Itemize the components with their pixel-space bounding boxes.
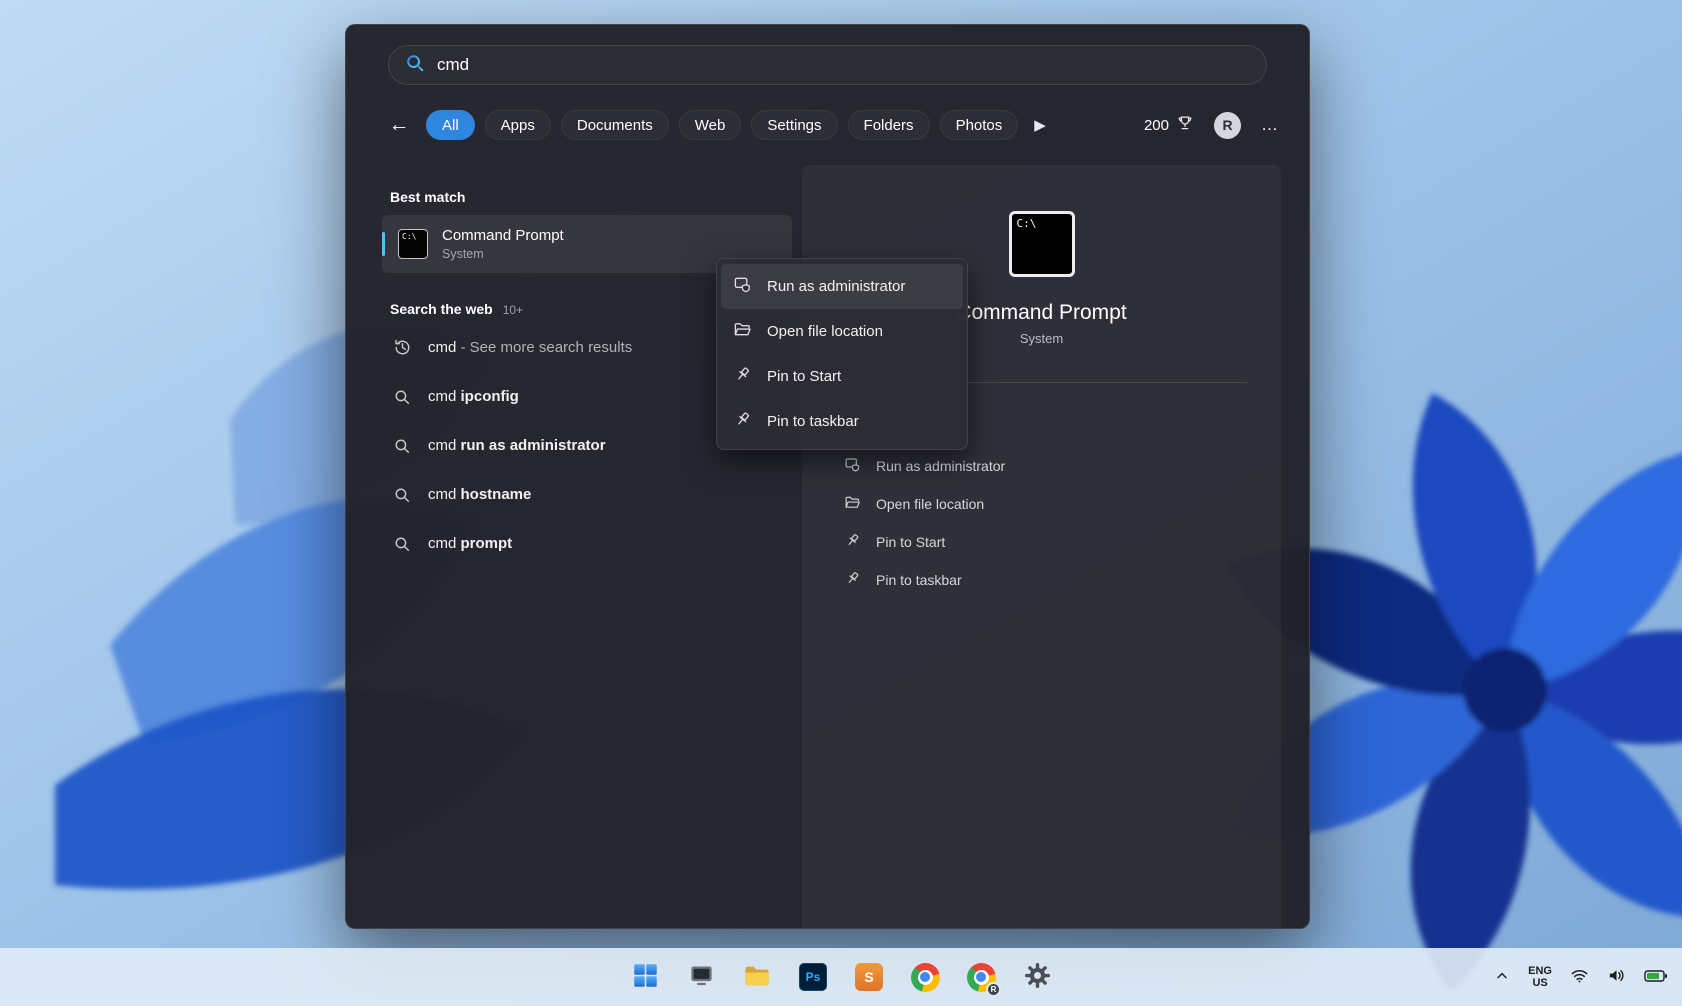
tab-settings[interactable]: Settings bbox=[751, 110, 838, 140]
taskbar-icons: Ps S R bbox=[623, 948, 1059, 1006]
suggestion-text: cmd prompt bbox=[428, 535, 513, 552]
search-input[interactable] bbox=[437, 55, 1250, 75]
suggestion-text: cmd run as administrator bbox=[428, 437, 606, 454]
search-box[interactable] bbox=[388, 45, 1267, 85]
search-icon bbox=[405, 53, 425, 78]
account-avatar[interactable]: R bbox=[1214, 111, 1241, 139]
taskbar: Ps S R ENG US bbox=[0, 948, 1682, 1006]
search-icon bbox=[392, 388, 412, 406]
best-match-heading: Best match bbox=[390, 189, 466, 205]
photoshop-icon: Ps bbox=[799, 963, 827, 991]
preview-action-run-as-admin[interactable]: Run as administrator bbox=[836, 447, 1247, 485]
tab-folders[interactable]: Folders bbox=[847, 110, 930, 140]
start-button[interactable] bbox=[623, 955, 667, 999]
battery-icon bbox=[1644, 969, 1668, 986]
filter-tabs-row: ← All Apps Documents Web Settings Folder… bbox=[382, 107, 1279, 143]
rewards-trophy-icon bbox=[1176, 114, 1194, 136]
preview-action-pin-to-taskbar[interactable]: Pin to taskbar bbox=[836, 561, 1247, 599]
chrome-icon bbox=[910, 962, 940, 992]
orange-app-button[interactable]: S bbox=[847, 955, 891, 999]
web-suggestion[interactable]: cmd prompt bbox=[382, 519, 792, 568]
chrome-profile-button[interactable]: R bbox=[959, 955, 1003, 999]
system-tray: ENG US bbox=[1490, 948, 1672, 1006]
file-explorer-button[interactable] bbox=[735, 955, 779, 999]
web-suggestion[interactable]: cmd hostname bbox=[382, 470, 792, 519]
best-match-title: Command Prompt bbox=[442, 227, 564, 244]
history-icon bbox=[392, 338, 412, 357]
admin-shield-icon bbox=[733, 275, 752, 298]
search-icon bbox=[392, 486, 412, 504]
battery-button[interactable] bbox=[1640, 957, 1672, 997]
network-button[interactable] bbox=[1566, 957, 1593, 997]
orange-app-icon: S bbox=[855, 963, 883, 991]
language-line2: US bbox=[1532, 977, 1548, 989]
chevron-up-icon bbox=[1494, 968, 1510, 987]
wifi-icon bbox=[1570, 966, 1589, 988]
preview-actions: Run as administrator Open file location bbox=[802, 447, 1281, 599]
pin-icon bbox=[733, 410, 752, 433]
menu-item-run-as-admin[interactable]: Run as administrator bbox=[721, 264, 963, 309]
suggestion-text: cmd hostname bbox=[428, 486, 532, 503]
preview-action-pin-to-start[interactable]: Pin to Start bbox=[836, 523, 1247, 561]
search-icon bbox=[392, 437, 412, 455]
menu-item-pin-to-taskbar[interactable]: Pin to taskbar bbox=[721, 399, 963, 444]
pin-icon bbox=[844, 532, 861, 552]
folder-icon bbox=[743, 962, 771, 993]
suggestion-text: cmd ipconfig bbox=[428, 388, 519, 405]
search-icon bbox=[392, 535, 412, 553]
rewards-points-value: 200 bbox=[1143, 116, 1169, 134]
tab-photos[interactable]: Photos bbox=[939, 110, 1019, 140]
menu-item-open-file-location[interactable]: Open file location bbox=[721, 309, 963, 354]
preview-action-open-file-location[interactable]: Open file location bbox=[836, 485, 1247, 523]
web-results-count: 10+ bbox=[502, 303, 524, 317]
command-prompt-icon-large: C:\ bbox=[1008, 211, 1075, 277]
tab-documents[interactable]: Documents bbox=[560, 110, 669, 140]
chrome-profile-badge: R bbox=[986, 982, 1001, 997]
pin-icon bbox=[733, 365, 752, 388]
more-filters-icon[interactable]: ▶ bbox=[1034, 116, 1046, 134]
language-indicator[interactable]: ENG US bbox=[1524, 957, 1556, 997]
chrome-button[interactable] bbox=[903, 955, 947, 999]
monitor-icon bbox=[688, 962, 715, 992]
suggestion-text: cmd - See more search results bbox=[428, 339, 633, 356]
command-prompt-icon: C:\ bbox=[398, 229, 428, 259]
settings-gear-icon bbox=[1024, 962, 1051, 992]
menu-item-pin-to-start[interactable]: Pin to Start bbox=[721, 354, 963, 399]
tray-overflow-button[interactable] bbox=[1490, 957, 1514, 997]
monitor-app-button[interactable] bbox=[679, 955, 723, 999]
more-options-icon[interactable]: … bbox=[1261, 115, 1279, 135]
back-button[interactable]: ← bbox=[382, 109, 416, 141]
best-match-subtitle: System bbox=[442, 247, 484, 261]
windows-logo-icon bbox=[632, 962, 659, 992]
desktop: ← All Apps Documents Web Settings Folder… bbox=[0, 0, 1682, 1006]
settings-button[interactable] bbox=[1015, 955, 1059, 999]
language-line1: ENG bbox=[1528, 965, 1552, 977]
folder-open-icon bbox=[733, 320, 752, 343]
admin-shield-icon bbox=[844, 456, 861, 476]
context-menu: Run as administrator Open file location bbox=[716, 258, 968, 450]
pin-icon bbox=[844, 570, 861, 590]
photoshop-button[interactable]: Ps bbox=[791, 955, 835, 999]
speaker-icon bbox=[1607, 966, 1626, 988]
search-flyout: ← All Apps Documents Web Settings Folder… bbox=[345, 24, 1310, 929]
tab-apps[interactable]: Apps bbox=[484, 110, 551, 140]
rewards-points[interactable]: 200 bbox=[1144, 114, 1194, 136]
volume-button[interactable] bbox=[1603, 957, 1630, 997]
tab-all[interactable]: All bbox=[426, 110, 475, 140]
folder-open-icon bbox=[844, 494, 861, 514]
tab-web[interactable]: Web bbox=[678, 110, 742, 140]
